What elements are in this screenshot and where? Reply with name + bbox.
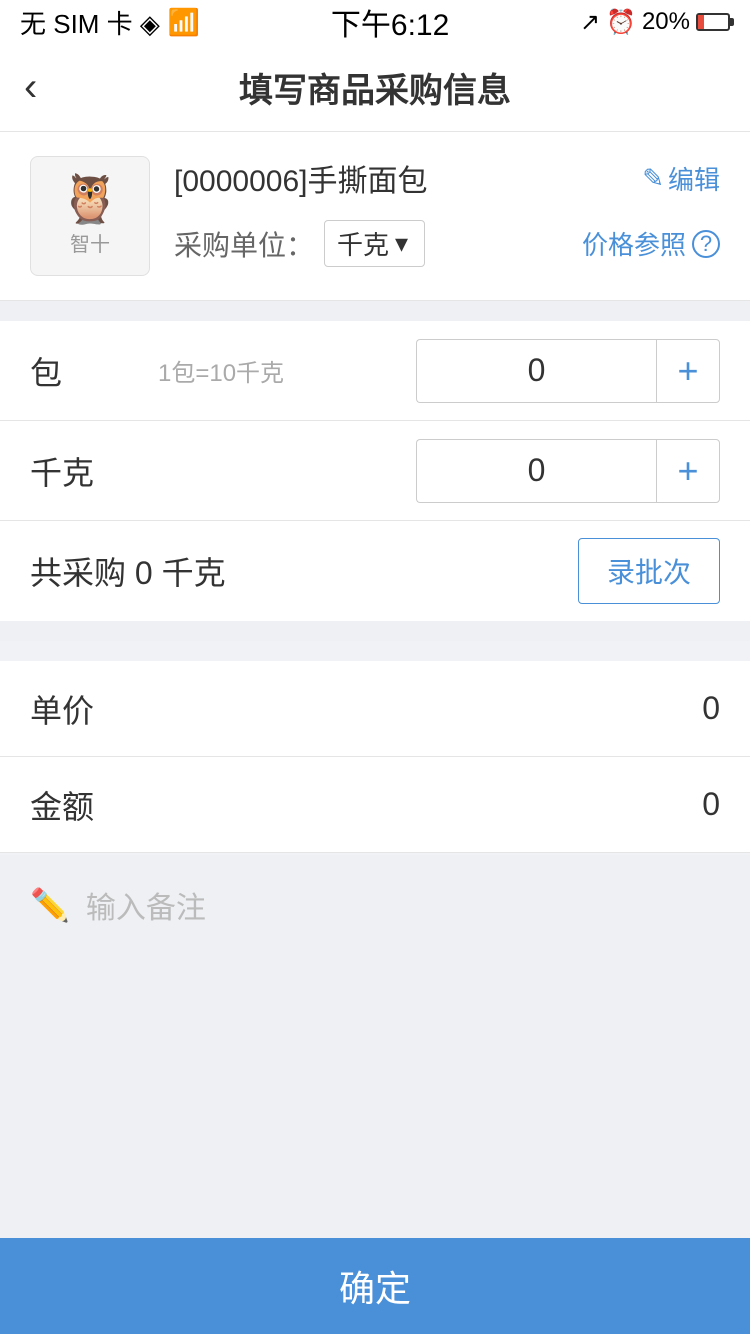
bao-input[interactable]: 0 bbox=[416, 339, 656, 403]
battery-icon bbox=[696, 13, 730, 31]
help-icon: ? bbox=[692, 230, 720, 258]
kilogram-input[interactable]: 0 bbox=[416, 439, 656, 503]
battery-percent: 20% bbox=[642, 8, 690, 36]
alarm-icon: ⏰ bbox=[606, 8, 636, 37]
product-owl-icon: 🦉 bbox=[60, 176, 120, 224]
product-image: 🦉 智十 bbox=[30, 156, 150, 276]
product-card: 🦉 智十 [0000006]手撕面包 ✎ 编辑 采购单位： 千克 ▾ 价格参照 … bbox=[0, 132, 750, 301]
bao-input-row: 包 1包=10千克 0 + bbox=[0, 321, 750, 421]
divider-1 bbox=[0, 301, 750, 321]
kilogram-plus-button[interactable]: + bbox=[656, 439, 720, 503]
product-info: [0000006]手撕面包 ✎ 编辑 采购单位： 千克 ▾ 价格参照 ? bbox=[174, 156, 720, 267]
unit-price-value: 0 bbox=[702, 690, 720, 727]
unit-value: 千克 bbox=[337, 225, 389, 262]
product-name: [0000006]手撕面包 bbox=[174, 156, 427, 200]
chevron-down-icon: ▾ bbox=[395, 228, 408, 259]
notes-placeholder: 输入备注 bbox=[86, 883, 206, 927]
confirm-button[interactable]: 确定 bbox=[0, 1238, 750, 1334]
page-title: 填写商品采购信息 bbox=[239, 63, 511, 112]
total-label: 共采购 0 千克 bbox=[30, 548, 226, 594]
content-spacer bbox=[0, 955, 750, 1255]
input-section: 包 1包=10千克 0 + 千克 0 + bbox=[0, 321, 750, 521]
price-ref-label: 价格参照 bbox=[582, 225, 686, 262]
purchase-unit-label: 采购单位： 千克 ▾ bbox=[174, 220, 425, 267]
kilogram-input-row: 千克 0 + bbox=[0, 421, 750, 521]
edit-button[interactable]: ✎ 编辑 bbox=[642, 160, 720, 197]
status-right: ↗ ⏰ 20% bbox=[580, 8, 730, 37]
status-left: 无 SIM 卡 ◈ 📶 bbox=[20, 4, 200, 41]
amount-row: 金额 0 bbox=[0, 757, 750, 853]
purchase-unit-row: 采购单位： 千克 ▾ 价格参照 ? bbox=[174, 220, 720, 267]
kilogram-input-right: 0 + bbox=[416, 439, 720, 503]
location-icon: ↗ bbox=[580, 8, 600, 37]
pencil-icon: ✏️ bbox=[30, 886, 70, 924]
amount-label: 金额 bbox=[30, 782, 94, 828]
kilogram-label: 千克 bbox=[30, 448, 150, 494]
price-ref-button[interactable]: 价格参照 ? bbox=[582, 225, 720, 262]
bao-input-right: 0 + bbox=[416, 339, 720, 403]
price-section: 单价 0 金额 0 bbox=[0, 661, 750, 853]
edit-icon: ✎ bbox=[642, 163, 664, 194]
nav-bar: ‹ 填写商品采购信息 bbox=[0, 44, 750, 132]
divider-2 bbox=[0, 621, 750, 641]
batch-button[interactable]: 录批次 bbox=[578, 538, 720, 604]
edit-label: 编辑 bbox=[668, 160, 720, 197]
unit-price-row: 单价 0 bbox=[0, 661, 750, 757]
back-button[interactable]: ‹ bbox=[24, 65, 37, 110]
notes-section[interactable]: ✏️ 输入备注 bbox=[0, 855, 750, 955]
bao-sublabel: 1包=10千克 bbox=[158, 353, 284, 388]
product-image-label: 智十 bbox=[70, 228, 110, 257]
total-row: 共采购 0 千克 录批次 bbox=[0, 521, 750, 621]
bao-label: 包 bbox=[30, 348, 150, 394]
unit-select[interactable]: 千克 ▾ bbox=[324, 220, 425, 267]
amount-value: 0 bbox=[702, 786, 720, 823]
status-time: 下午6:12 bbox=[331, 0, 449, 44]
bao-plus-button[interactable]: + bbox=[656, 339, 720, 403]
sim-label: 无 SIM 卡 ◈ bbox=[20, 4, 160, 41]
wifi-icon: 📶 bbox=[168, 7, 200, 38]
unit-price-label: 单价 bbox=[30, 686, 94, 732]
status-bar: 无 SIM 卡 ◈ 📶 下午6:12 ↗ ⏰ 20% bbox=[0, 0, 750, 44]
product-name-row: [0000006]手撕面包 ✎ 编辑 bbox=[174, 156, 720, 200]
